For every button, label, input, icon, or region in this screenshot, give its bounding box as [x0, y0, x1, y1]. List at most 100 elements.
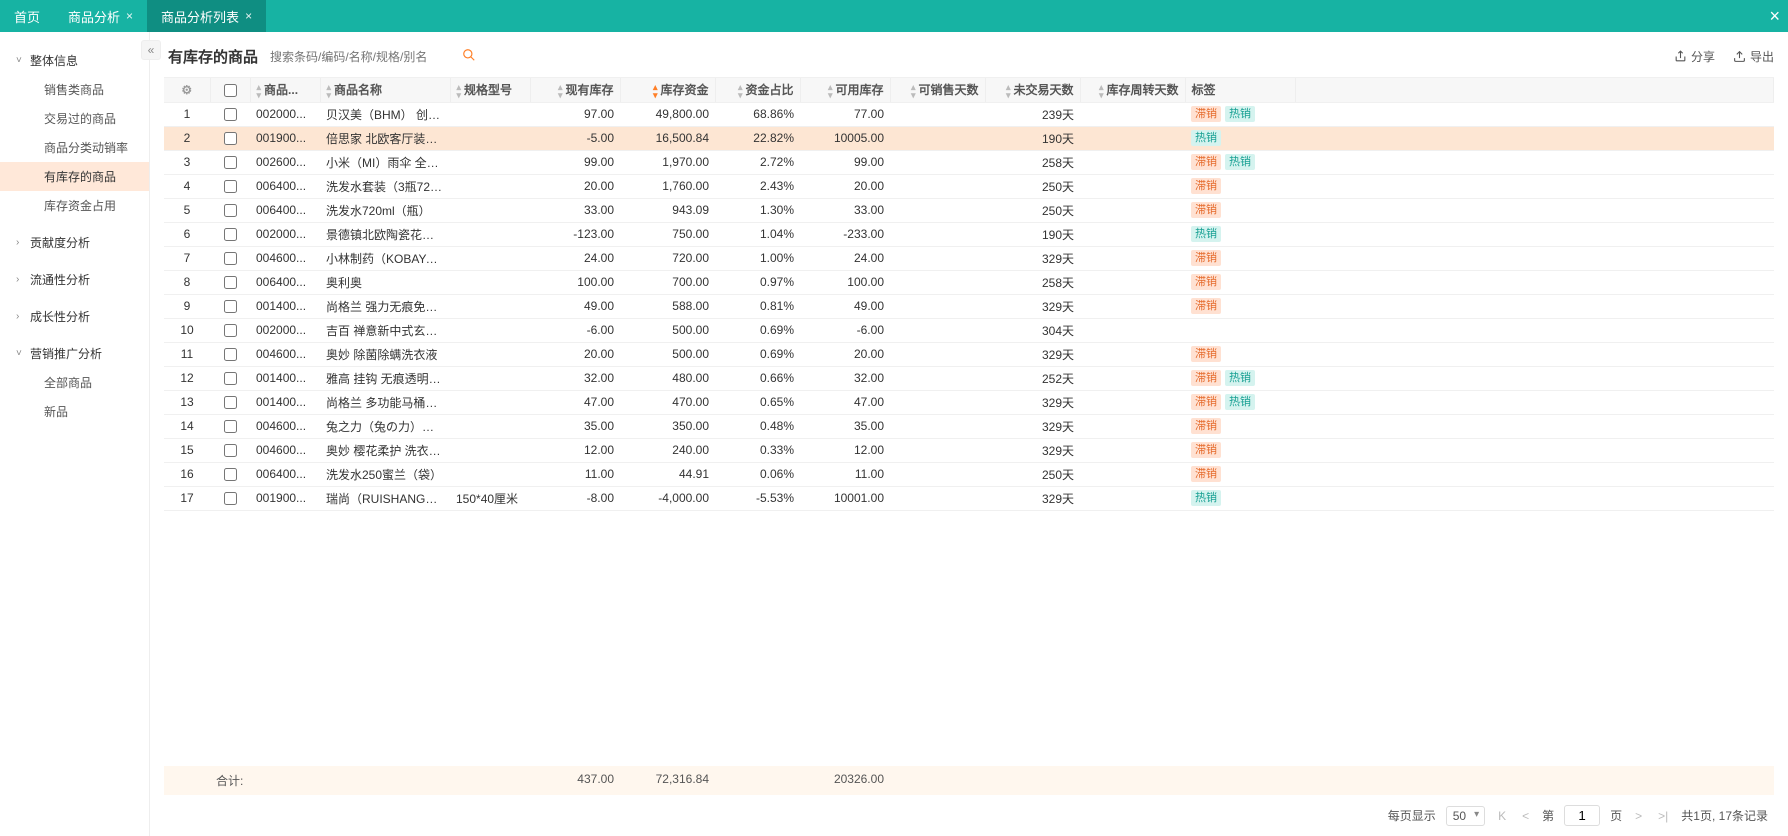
tag-badge: 热销 [1225, 370, 1255, 386]
nav-item-交易过的商品[interactable]: 交易过的商品 [0, 104, 149, 133]
row-checkbox[interactable] [224, 396, 237, 409]
close-icon[interactable]: × [245, 9, 252, 23]
pagination-summary: 共1页, 17条记录 [1681, 807, 1768, 824]
tabs-bar: 首页商品分析×商品分析列表× × [0, 0, 1788, 32]
table-row[interactable]: 12001400...雅高 挂钩 无痕透明粘钩 强32.00480.000.66… [164, 366, 1774, 390]
row-checkbox[interactable] [224, 180, 237, 193]
next-page-icon[interactable]: > [1632, 809, 1645, 823]
prev-page-icon[interactable]: < [1519, 809, 1532, 823]
col-tag[interactable]: 标签 [1185, 78, 1295, 102]
row-checkbox[interactable] [224, 108, 237, 121]
col-avail[interactable]: ▴▾可用库存 [800, 78, 890, 102]
col-fund[interactable]: ▴▾库存资金 [620, 78, 715, 102]
col-stock[interactable]: ▴▾现有库存 [530, 78, 620, 102]
tag-badge: 滞销 [1191, 466, 1221, 482]
tag-badge: 滞销 [1191, 442, 1221, 458]
close-all-tabs-icon[interactable]: × [1769, 0, 1780, 32]
last-page-icon[interactable]: >| [1655, 809, 1671, 823]
nav-item-有库存的商品[interactable]: 有库存的商品 [0, 162, 149, 191]
nav-group-成长性分析[interactable]: ›成长性分析 [0, 302, 149, 331]
chevron-icon: › [16, 274, 26, 285]
col-name[interactable]: ▴▾商品名称 [320, 78, 450, 102]
tab-商品分析列表[interactable]: 商品分析列表× [147, 0, 266, 32]
table-row[interactable]: 1002000...贝汉美（BHM） 创意北欧97.0049,800.0068.… [164, 102, 1774, 126]
nav-group-整体信息[interactable]: ˅整体信息 [0, 46, 149, 75]
table-row[interactable]: 15004600...奥妙 樱花柔护 洗衣凝珠 1012.00240.000.3… [164, 438, 1774, 462]
table-row[interactable]: 11004600...奥妙 除菌除螨洗衣液20.00500.000.69%20.… [164, 342, 1774, 366]
tag-badge: 滞销 [1191, 250, 1221, 266]
tag-badge: 热销 [1225, 394, 1255, 410]
table-row[interactable]: 16006400...洗发水250蜜兰（袋）11.0044.910.06%11.… [164, 462, 1774, 486]
row-checkbox[interactable] [224, 300, 237, 313]
export-button[interactable]: 导出 [1733, 48, 1774, 65]
table-row[interactable]: 14004600...兔之力（兔の力）粘毛器粘35.00350.000.48%3… [164, 414, 1774, 438]
col-sale-days[interactable]: ▴▾可销售天数 [890, 78, 985, 102]
table-row[interactable]: 10002000...吉百 禅意新中式玄关摆件套-6.00500.000.69%… [164, 318, 1774, 342]
tag-badge: 热销 [1191, 226, 1221, 242]
chevron-icon: ˅ [16, 348, 26, 359]
table-row[interactable]: 2001900...倍思家 北欧客厅装饰画卧室-5.0016,500.8422.… [164, 126, 1774, 150]
nav-group-流通性分析[interactable]: ›流通性分析 [0, 265, 149, 294]
table-row[interactable]: 7004600...小林制药（KOBAYASHI）E24.00720.001.0… [164, 246, 1774, 270]
tag-badge: 滞销 [1191, 154, 1221, 170]
row-checkbox[interactable] [224, 324, 237, 337]
table-row[interactable]: 5006400...洗发水720ml（瓶）33.00943.091.30%33.… [164, 198, 1774, 222]
row-checkbox[interactable] [224, 204, 237, 217]
share-button[interactable]: 分享 [1674, 48, 1715, 65]
row-checkbox[interactable] [224, 276, 237, 289]
table-row[interactable]: 8006400...奥利奥100.00700.000.97%100.00258天… [164, 270, 1774, 294]
nav-item-全部商品[interactable]: 全部商品 [0, 368, 149, 397]
table-row[interactable]: 13001400...尚格兰 多功能马桶刷套装 带47.00470.000.65… [164, 390, 1774, 414]
per-page-label: 每页显示 [1388, 807, 1436, 824]
row-checkbox[interactable] [224, 444, 237, 457]
row-checkbox[interactable] [224, 372, 237, 385]
col-spec[interactable]: ▴▾规格型号 [450, 78, 530, 102]
tag-badge: 滞销 [1191, 202, 1221, 218]
table-row[interactable]: 17001900...瑞尚（RUISHANG） 卧室客150*40厘米-8.00… [164, 486, 1774, 510]
table-row[interactable]: 4006400...洗发水套装（3瓶720ml+120.001,760.002.… [164, 174, 1774, 198]
nav-group-营销推广分析[interactable]: ˅营销推广分析 [0, 339, 149, 368]
per-page-select[interactable]: 50 [1446, 806, 1485, 826]
chevron-icon: ˅ [16, 55, 26, 66]
nav-group-贡献度分析[interactable]: ›贡献度分析 [0, 228, 149, 257]
row-checkbox[interactable] [224, 348, 237, 361]
tag-badge: 滞销 [1191, 418, 1221, 434]
sidebar-collapse-icon[interactable]: « [141, 40, 161, 60]
tag-badge: 滞销 [1191, 178, 1221, 194]
tag-badge: 滞销 [1191, 370, 1221, 386]
search-input[interactable] [270, 50, 450, 64]
tab-首页[interactable]: 首页 [0, 0, 54, 32]
chevron-icon: › [16, 311, 26, 322]
nav-item-新品[interactable]: 新品 [0, 397, 149, 426]
tag-badge: 热销 [1225, 106, 1255, 122]
chevron-icon: › [16, 237, 26, 248]
tab-商品分析[interactable]: 商品分析× [54, 0, 147, 32]
first-page-icon[interactable]: K [1495, 809, 1509, 823]
page-input[interactable] [1564, 805, 1600, 826]
tag-badge: 滞销 [1191, 394, 1221, 410]
table-settings-icon[interactable]: ⚙ [181, 83, 192, 97]
row-checkbox[interactable] [224, 252, 237, 265]
col-notrade-days[interactable]: ▴▾未交易天数 [985, 78, 1080, 102]
tag-badge: 热销 [1191, 490, 1221, 506]
table-row[interactable]: 6002000...景德镇北欧陶瓷花瓶摆件 仿-123.00750.001.04… [164, 222, 1774, 246]
content-area: 有库存的商品 分享 导出 [150, 32, 1788, 836]
nav-item-商品分类动销率[interactable]: 商品分类动销率 [0, 133, 149, 162]
row-checkbox[interactable] [224, 492, 237, 505]
row-checkbox[interactable] [224, 132, 237, 145]
row-checkbox[interactable] [224, 228, 237, 241]
table-row[interactable]: 9001400...尚格兰 强力无痕免打孔浴室49.00588.000.81%4… [164, 294, 1774, 318]
nav-item-销售类商品[interactable]: 销售类商品 [0, 75, 149, 104]
select-all-checkbox[interactable] [224, 84, 237, 97]
col-pct[interactable]: ▴▾资金占比 [715, 78, 800, 102]
table-row[interactable]: 3002600...小米（MI）雨伞 全自动折叠99.001,970.002.7… [164, 150, 1774, 174]
col-code[interactable]: ▴▾商品... [250, 78, 320, 102]
row-checkbox[interactable] [224, 468, 237, 481]
col-turn-days[interactable]: ▴▾库存周转天数 [1080, 78, 1185, 102]
close-icon[interactable]: × [126, 9, 133, 23]
search-icon[interactable] [462, 48, 476, 65]
nav-item-库存资金占用[interactable]: 库存资金占用 [0, 191, 149, 220]
pagination: 每页显示 50 K < 第 页 > >| 共1页, 17条记录 [164, 795, 1774, 836]
row-checkbox[interactable] [224, 420, 237, 433]
row-checkbox[interactable] [224, 156, 237, 169]
